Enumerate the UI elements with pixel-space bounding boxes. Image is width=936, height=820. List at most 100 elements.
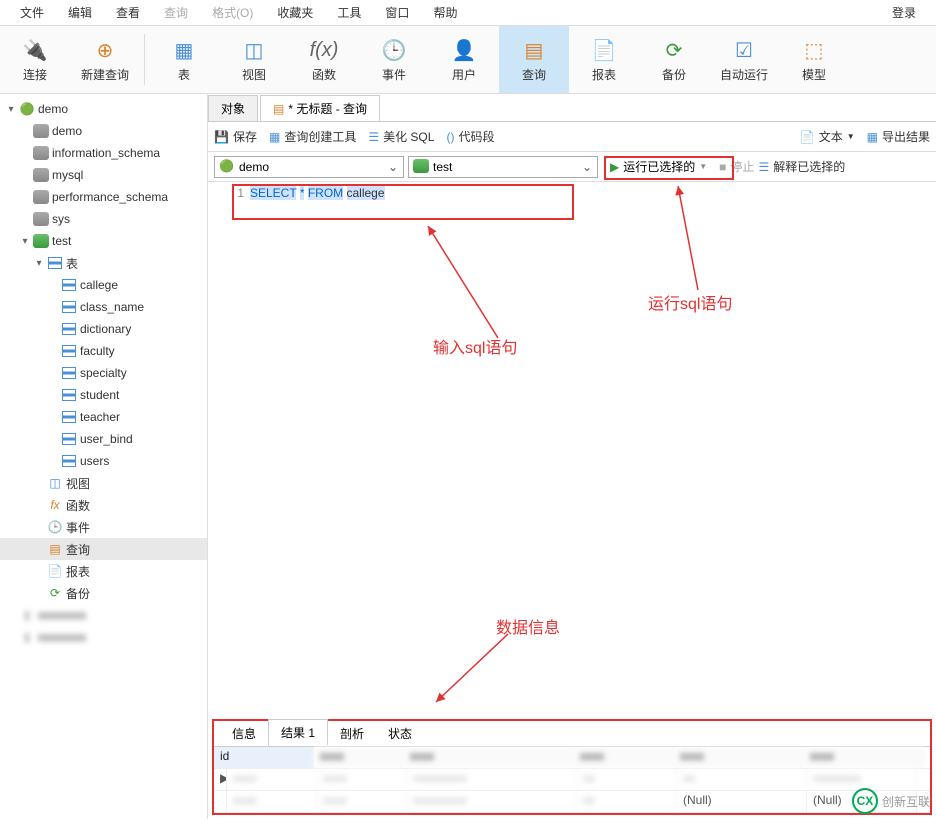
backup-button[interactable]: ⟳备份 (639, 26, 709, 93)
clock-icon: 🕒 (380, 36, 408, 64)
menu-fav[interactable]: 收藏夹 (265, 4, 325, 21)
view-icon: ◫ (46, 474, 64, 492)
database-icon (413, 159, 429, 175)
beautify-button[interactable]: ☰美化 SQL (368, 128, 434, 145)
dropdown-icon: ▼ (847, 132, 855, 141)
export-button[interactable]: ▦导出结果 (867, 128, 930, 145)
new-query-button[interactable]: ⊕新建查询 (70, 26, 140, 93)
menu-file[interactable]: 文件 (8, 4, 56, 21)
tab-info[interactable]: 信息 (220, 721, 268, 746)
report-button[interactable]: 📄报表 (569, 26, 639, 93)
menu-query[interactable]: 查询 (152, 4, 200, 21)
database-combo[interactable]: test⌄ (408, 156, 598, 178)
table-dictionary[interactable]: dictionary (0, 318, 207, 340)
result-panel: 信息 结果 1 剖析 状态 id xxxx xxxx xxxx xxxx xxx… (212, 719, 932, 815)
reports-folder[interactable]: 📄报表 (0, 560, 207, 582)
query-toolbar: 💾保存 ▦查询创建工具 ☰美化 SQL ()代码段 📄文本▼ ▦导出结果 (208, 122, 936, 152)
menu-bar: 文件 编辑 查看 查询 格式(O) 收藏夹 工具 窗口 帮助 登录 (0, 0, 936, 26)
stop-button[interactable]: ■停止 (719, 158, 754, 175)
auto-button[interactable]: ☑自动运行 (709, 26, 779, 93)
backups-folder[interactable]: ⟳备份 (0, 582, 207, 604)
new-query-icon: ⊕ (91, 36, 119, 64)
tab-query[interactable]: ▤* 无标题 - 查询 (260, 95, 380, 121)
table-user-bind[interactable]: user_bind (0, 428, 207, 450)
backup-icon: ⟳ (660, 36, 688, 64)
table-class-name[interactable]: class_name (0, 296, 207, 318)
menu-view[interactable]: 查看 (104, 4, 152, 21)
events-folder[interactable]: 🕒事件 (0, 516, 207, 538)
table-faculty[interactable]: faculty (0, 340, 207, 362)
query-button[interactable]: ▤查询 (499, 26, 569, 93)
sql-editor[interactable]: 1 SELECT * FROM callege (208, 182, 936, 719)
table-icon (60, 320, 78, 338)
explain-button[interactable]: ☰解释已选择的 (758, 158, 845, 175)
tab-objects[interactable]: 对象 (208, 95, 258, 121)
queries-folder[interactable]: ▤查询 (0, 538, 207, 560)
db-performance-schema[interactable]: performance_schema (0, 186, 207, 208)
grid-header: id xxxx xxxx xxxx xxxx xxxx (214, 747, 930, 769)
editor-tabs: 对象 ▤* 无标题 - 查询 (208, 94, 936, 122)
tab-status[interactable]: 状态 (376, 721, 424, 746)
func-button[interactable]: f(x)函数 (289, 26, 359, 93)
conn-node[interactable]: ▾🟢demo (0, 98, 207, 120)
tab-profile[interactable]: 剖析 (328, 721, 376, 746)
event-button[interactable]: 🕒事件 (359, 26, 429, 93)
connect-button[interactable]: 🔌连接 (0, 26, 70, 93)
save-icon: 💾 (214, 130, 229, 144)
report-icon: 📄 (46, 562, 64, 580)
table-student[interactable]: student (0, 384, 207, 406)
views-folder[interactable]: ◫视图 (0, 472, 207, 494)
query-icon: ▤ (520, 36, 548, 64)
menu-help[interactable]: 帮助 (421, 4, 469, 21)
funcs-folder[interactable]: fx函数 (0, 494, 207, 516)
nav-tree: ▾🟢demo demo information_schema mysql per… (0, 94, 208, 819)
menu-edit[interactable]: 编辑 (56, 4, 104, 21)
blurred-item: ▮xxxxxxxx (0, 604, 207, 626)
model-button[interactable]: ⬚模型 (779, 26, 849, 93)
clock-icon: 🕒 (46, 518, 64, 536)
tables-folder[interactable]: ▾表 (0, 252, 207, 274)
table-icon (60, 386, 78, 404)
result-grid[interactable]: id xxxx xxxx xxxx xxxx xxxx ▶ xxxx xxxx … (214, 747, 930, 813)
explain-icon: ☰ (758, 160, 769, 174)
beautify-icon: ☰ (368, 130, 379, 144)
database-icon (32, 166, 50, 184)
table-icon: ▦ (170, 36, 198, 64)
text-button[interactable]: 📄文本▼ (800, 128, 855, 145)
db-mysql[interactable]: mysql (0, 164, 207, 186)
table-users[interactable]: users (0, 450, 207, 472)
connection-combo[interactable]: 🟢demo⌄ (214, 156, 404, 178)
run-button[interactable]: ▶运行已选择的▼ (602, 156, 715, 178)
menu-tools[interactable]: 工具 (325, 4, 373, 21)
connection-icon: 🟢 (219, 159, 235, 175)
save-button[interactable]: 💾保存 (214, 128, 257, 145)
main-toolbar: 🔌连接 ⊕新建查询 ▦表 ◫视图 f(x)函数 🕒事件 👤用户 ▤查询 📄报表 … (0, 26, 936, 94)
db-information-schema[interactable]: information_schema (0, 142, 207, 164)
play-icon: ▶ (610, 160, 619, 174)
table-icon (46, 254, 64, 272)
table-teacher[interactable]: teacher (0, 406, 207, 428)
col-id[interactable]: id (214, 747, 314, 768)
grid-row[interactable]: xxxx xxxx xxxxxxxxx xx (Null) (Null) (214, 791, 930, 813)
code-button[interactable]: ()代码段 (446, 128, 494, 145)
table-button[interactable]: ▦表 (149, 26, 219, 93)
line-number: 1 (228, 186, 250, 719)
db-test[interactable]: ▾test (0, 230, 207, 252)
user-button[interactable]: 👤用户 (429, 26, 499, 93)
tab-result1[interactable]: 结果 1 (268, 719, 328, 746)
chevron-down-icon: ⌄ (581, 160, 593, 174)
dropdown-icon: ▼ (699, 162, 707, 171)
export-icon: ▦ (867, 130, 878, 144)
menu-format[interactable]: 格式(O) (200, 4, 265, 21)
view-button[interactable]: ◫视图 (219, 26, 289, 93)
database-icon (32, 144, 50, 162)
table-specialty[interactable]: specialty (0, 362, 207, 384)
db-sys[interactable]: sys (0, 208, 207, 230)
backup-icon: ⟳ (46, 584, 64, 602)
menu-window[interactable]: 窗口 (373, 4, 421, 21)
db-demo[interactable]: demo (0, 120, 207, 142)
builder-button[interactable]: ▦查询创建工具 (269, 128, 356, 145)
grid-row[interactable]: ▶ xxxx xxxx xxxxxxxxx xx xx xxxxxxxx (214, 769, 930, 791)
menu-login[interactable]: 登录 (880, 4, 928, 21)
table-callege[interactable]: callege (0, 274, 207, 296)
